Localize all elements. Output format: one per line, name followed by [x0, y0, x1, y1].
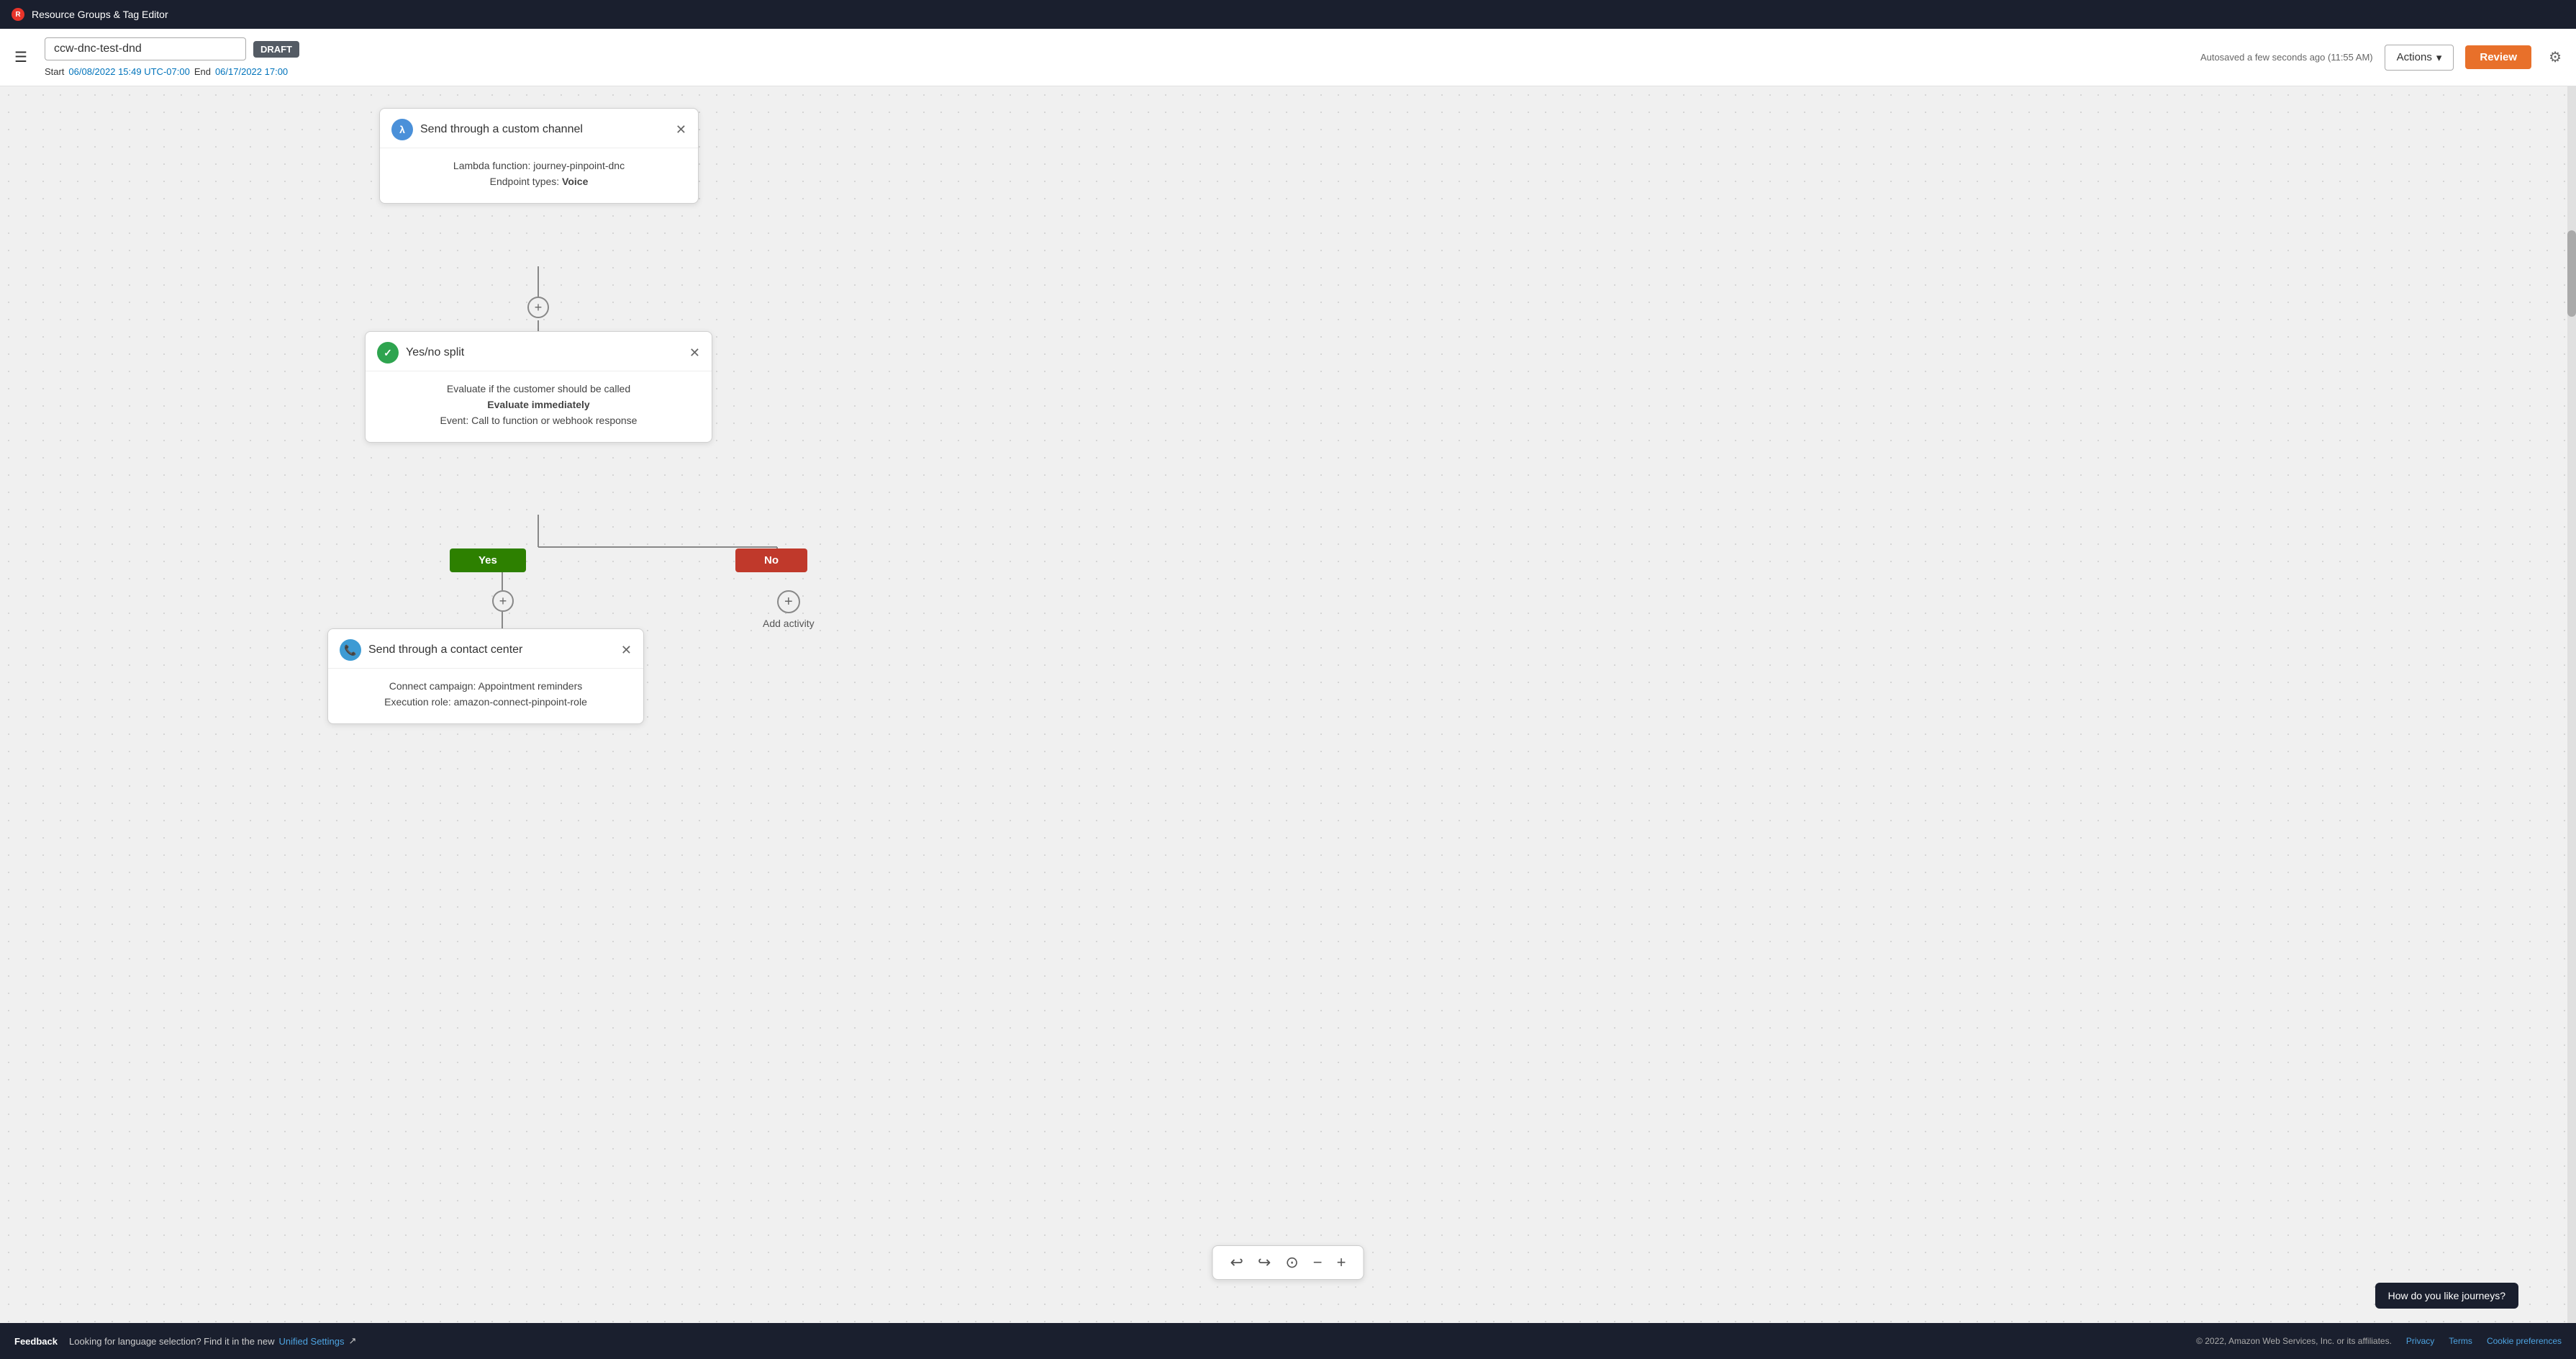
feedback-tooltip: How do you like journeys?: [2375, 1283, 2518, 1309]
privacy-link[interactable]: Privacy: [2406, 1336, 2434, 1346]
header-left: DRAFT Start 06/08/2022 15:49 UTC-07:00 E…: [45, 37, 299, 77]
yesno-close[interactable]: ✕: [689, 346, 700, 361]
actions-label: Actions: [2397, 51, 2432, 63]
top-bar: R Resource Groups & Tag Editor: [0, 0, 2576, 29]
hamburger-icon[interactable]: ☰: [14, 48, 27, 66]
contact-center-close[interactable]: ✕: [621, 643, 632, 658]
end-date[interactable]: 06/17/2022 17:00: [215, 66, 288, 77]
bottom-toolbar: ↩ ↪ ⊙ − +: [1212, 1245, 1364, 1280]
start-label: Start: [45, 66, 64, 77]
end-label: End: [194, 66, 211, 77]
contact-center-body: Connect campaign: Appointment reminders …: [328, 669, 643, 723]
feedback-button[interactable]: Feedback: [14, 1336, 58, 1347]
start-date[interactable]: 06/08/2022 15:49 UTC-07:00: [68, 66, 189, 77]
yesno-event: Event: Call to function or webhook respo…: [377, 415, 700, 426]
feedback-text: Looking for language selection? Find it …: [69, 1336, 274, 1347]
custom-channel-card-header: λ Send through a custom channel ✕: [380, 109, 698, 148]
review-button[interactable]: Review: [2465, 45, 2531, 69]
plus-btn-1[interactable]: +: [527, 297, 549, 318]
yesno-title: Yes/no split: [406, 346, 682, 359]
custom-channel-title: Send through a custom channel: [420, 123, 668, 136]
endpoint-label: Endpoint types: Voice: [391, 176, 686, 187]
yesno-card-header: ✓ Yes/no split ✕: [366, 332, 712, 371]
date-row: Start 06/08/2022 15:49 UTC-07:00 End 06/…: [45, 66, 299, 77]
yesno-description: Evaluate if the customer should be calle…: [377, 383, 700, 394]
yesno-body: Evaluate if the customer should be calle…: [366, 371, 712, 442]
yesno-card: ✓ Yes/no split ✕ Evaluate if the custome…: [365, 331, 712, 443]
chevron-down-icon: ▾: [2436, 51, 2442, 64]
feedback-bar: Feedback Looking for language selection?…: [0, 1323, 2576, 1359]
canvas: λ Send through a custom channel ✕ Lambda…: [0, 86, 2576, 1323]
add-activity-icon: +: [777, 590, 800, 613]
zoom-in-button[interactable]: +: [1337, 1253, 1346, 1272]
contact-center-card-header: 📞 Send through a contact center ✕: [328, 629, 643, 669]
custom-channel-body: Lambda function: journey-pinpoint-dnc En…: [380, 148, 698, 203]
endpoint-value: Voice: [562, 176, 588, 187]
undo-button[interactable]: ↩: [1230, 1253, 1243, 1272]
cookie-link[interactable]: Cookie preferences: [2487, 1336, 2562, 1346]
yesno-icon: ✓: [377, 342, 399, 364]
actions-button[interactable]: Actions ▾: [2385, 45, 2454, 71]
contact-center-title: Send through a contact center: [368, 644, 614, 656]
tooltip-text: How do you like journeys?: [2388, 1290, 2505, 1301]
zoom-out-button[interactable]: −: [1313, 1253, 1323, 1272]
plus-btn-2[interactable]: +: [492, 590, 514, 612]
feedback-bar-right: © 2022, Amazon Web Services, Inc. or its…: [2196, 1336, 2562, 1346]
settings-icon[interactable]: ⚙: [2549, 48, 2562, 66]
execution-label: Execution role: amazon-connect-pinpoint-…: [340, 696, 632, 708]
contact-center-card: 📞 Send through a contact center ✕ Connec…: [327, 628, 644, 724]
connect-label: Connect campaign: Appointment reminders: [340, 680, 632, 692]
add-activity-label: Add activity: [763, 618, 815, 629]
scrollbar-thumb[interactable]: [2567, 230, 2576, 317]
header: ☰ DRAFT Start 06/08/2022 15:49 UTC-07:00…: [0, 29, 2576, 86]
terms-link[interactable]: Terms: [2449, 1336, 2472, 1346]
unified-settings-link[interactable]: Unified Settings: [278, 1336, 344, 1347]
top-bar-title: Resource Groups & Tag Editor: [32, 9, 168, 20]
redo-button[interactable]: ↪: [1258, 1253, 1271, 1272]
target-button[interactable]: ⊙: [1285, 1253, 1298, 1272]
autosave-text: Autosaved a few seconds ago (11:55 AM): [2200, 52, 2373, 63]
app-icon: R: [12, 8, 24, 21]
lambda-icon: λ: [391, 119, 413, 140]
no-branch[interactable]: No: [735, 548, 807, 572]
draft-badge: DRAFT: [253, 41, 299, 58]
header-right: Autosaved a few seconds ago (11:55 AM) A…: [2200, 45, 2562, 71]
journey-name-input[interactable]: [45, 37, 246, 60]
add-activity[interactable]: + Add activity: [763, 590, 815, 629]
yes-branch[interactable]: Yes: [450, 548, 526, 572]
lambda-label: Lambda function: journey-pinpoint-dnc: [391, 160, 686, 171]
custom-channel-card: λ Send through a custom channel ✕ Lambda…: [379, 108, 699, 204]
yesno-evaluate: Evaluate immediately: [377, 399, 700, 410]
copyright-text: © 2022, Amazon Web Services, Inc. or its…: [2196, 1336, 2392, 1346]
contact-icon: 📞: [340, 639, 361, 661]
custom-channel-close[interactable]: ✕: [676, 122, 686, 137]
scrollbar[interactable]: [2567, 86, 2576, 1323]
